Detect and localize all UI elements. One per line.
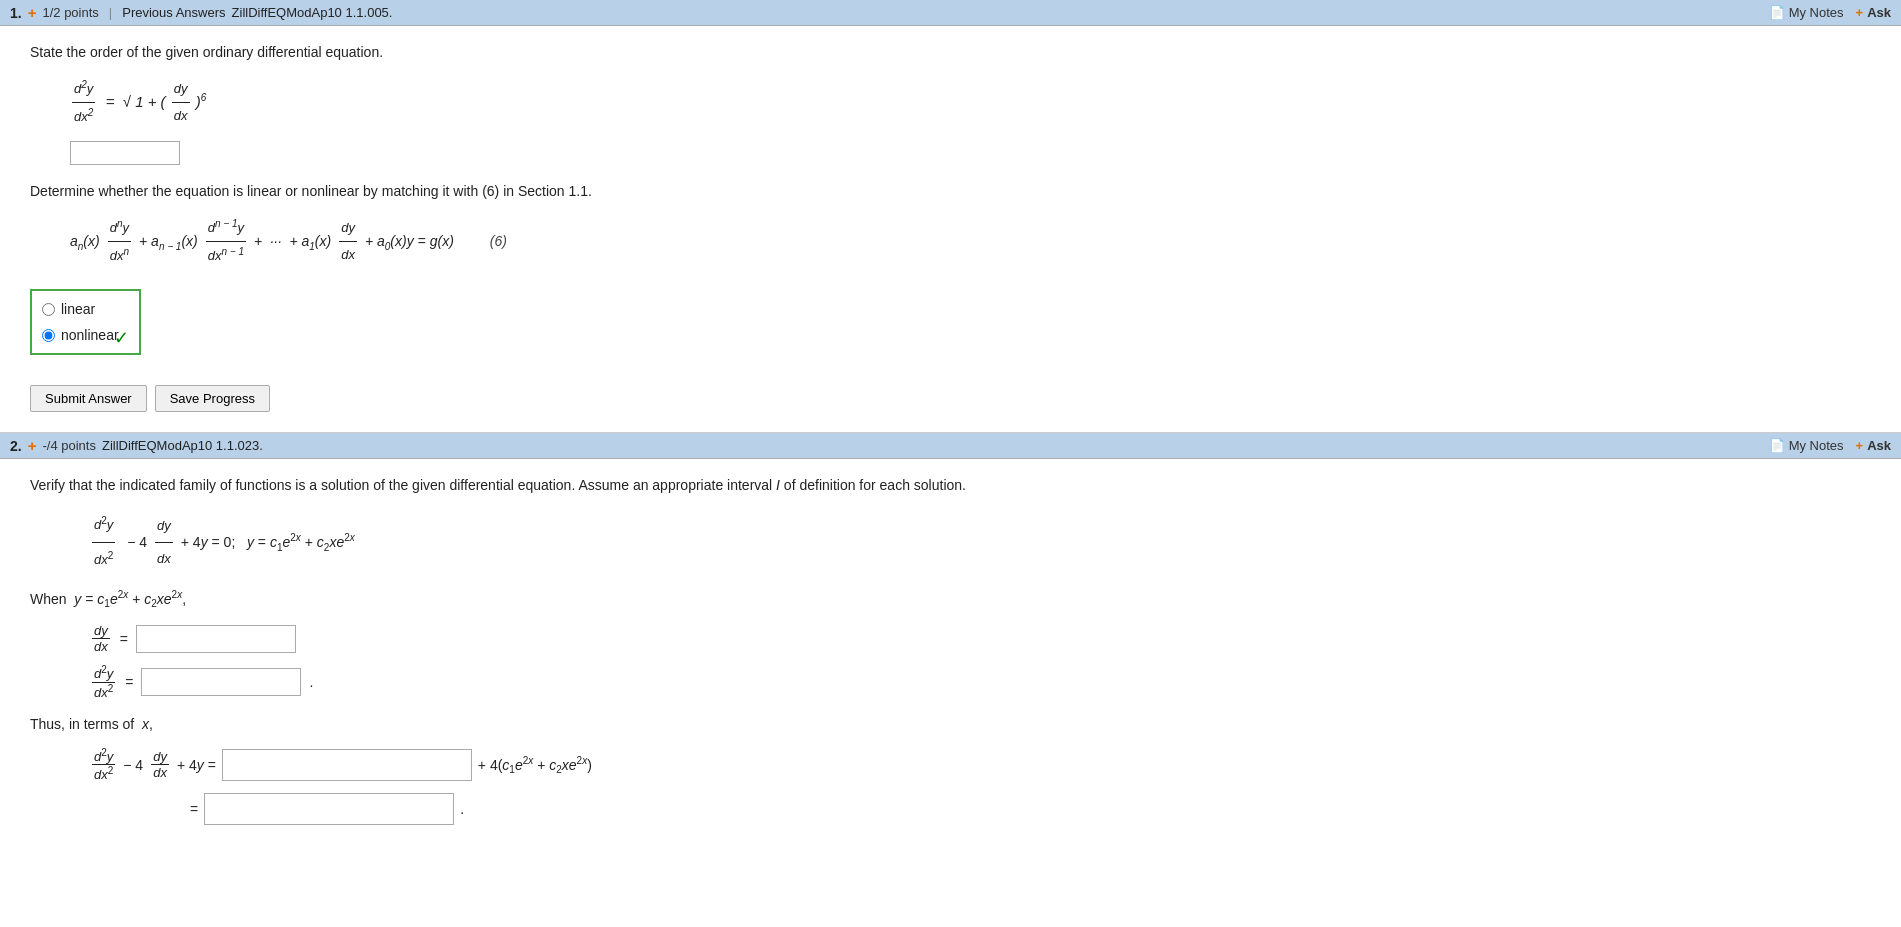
q1-number: 1. bbox=[10, 5, 22, 21]
q1-determine-text: Determine whether the equation is linear… bbox=[30, 181, 1881, 202]
q1-question-text: State the order of the given ordinary di… bbox=[30, 42, 1881, 63]
q2-ode: d2y dx2 − 4 dy dx + 4y = 0; y = c1e2x + … bbox=[90, 508, 1881, 577]
q1-save-btn[interactable]: Save Progress bbox=[155, 385, 270, 412]
q1-radio-group: linear nonlinear ✓ bbox=[30, 289, 141, 355]
q1-sep: | bbox=[109, 5, 112, 20]
q1-radio-nonlinear-label: nonlinear bbox=[61, 327, 119, 343]
ask-plus-icon: + bbox=[1856, 5, 1864, 20]
q2-thus-input1[interactable] bbox=[222, 749, 472, 781]
q1-ask-btn[interactable]: + Ask bbox=[1856, 5, 1891, 20]
q2-thus-eq1-row: d2y dx2 − 4 dy dx + 4y = + 4(c1e2x + c2x… bbox=[90, 747, 1881, 783]
q1-equation: d2y dx2 = √ 1 + ( dy dx )6 bbox=[70, 75, 1881, 131]
q1-body: State the order of the given ordinary di… bbox=[0, 26, 1901, 433]
q2-d2y-row: d2y dx2 = . bbox=[90, 664, 1881, 700]
q2-my-notes-label: My Notes bbox=[1789, 438, 1844, 453]
q2-problem-id: ZillDiffEQModAp10 1.1.023. bbox=[102, 438, 263, 453]
q2-thus-text: Thus, in terms of x, bbox=[30, 714, 1881, 735]
q2-ask-btn[interactable]: + Ask bbox=[1856, 438, 1891, 453]
q1-radio-linear-label: linear bbox=[61, 301, 95, 317]
q2-d2y-input[interactable] bbox=[141, 668, 301, 696]
q1-btn-row: Submit Answer Save Progress bbox=[30, 385, 1881, 412]
q2-number: 2. bbox=[10, 438, 22, 454]
q2-header-right: 📄 My Notes + Ask bbox=[1769, 438, 1891, 453]
q2-my-notes-btn[interactable]: 📄 My Notes bbox=[1769, 438, 1844, 453]
q2-header: 2. + -/4 points ZillDiffEQModAp10 1.1.02… bbox=[0, 433, 1901, 459]
q1-problem-id: ZillDiffEQModAp10 1.1.005. bbox=[232, 5, 393, 20]
q1-checkmark: ✓ bbox=[114, 327, 129, 349]
q2-dy-row: dy dx = bbox=[90, 623, 1881, 654]
q2-question-text: Verify that the indicated family of func… bbox=[30, 475, 1881, 496]
q1-header-right: 📄 My Notes + Ask bbox=[1769, 5, 1891, 20]
q2-ask-plus-icon: + bbox=[1856, 438, 1864, 453]
q1-header-left: 1. + 1/2 points | Previous Answers ZillD… bbox=[10, 4, 392, 21]
q2-points: -/4 points bbox=[42, 438, 95, 453]
q1-radio-linear[interactable]: linear bbox=[42, 301, 119, 317]
q2-notes-icon: 📄 bbox=[1769, 438, 1785, 453]
q1-radio-nonlinear-input[interactable] bbox=[42, 329, 55, 342]
q1-eq6: an(x) dny dxn + an − 1(x) dn − 1y dxn − … bbox=[70, 214, 1881, 270]
q2-ask-label: Ask bbox=[1867, 438, 1891, 453]
q2-plus-icon: + bbox=[28, 437, 37, 454]
q2-thus-input2[interactable] bbox=[204, 793, 454, 825]
q2-body: Verify that the indicated family of func… bbox=[0, 459, 1901, 854]
q1-order-input-container bbox=[70, 141, 1881, 165]
q1-prev-answers: Previous Answers bbox=[122, 5, 225, 20]
q1-my-notes-btn[interactable]: 📄 My Notes bbox=[1769, 5, 1844, 20]
q1-eq-label: (6) bbox=[490, 227, 507, 255]
q1-frac-dy: dy dx bbox=[172, 76, 190, 129]
q2-thus-eq2-row: = . bbox=[190, 793, 1881, 825]
q1-submit-btn[interactable]: Submit Answer bbox=[30, 385, 147, 412]
notes-icon: 📄 bbox=[1769, 5, 1785, 20]
q1-order-input[interactable] bbox=[70, 141, 180, 165]
q1-ask-label: Ask bbox=[1867, 5, 1891, 20]
q1-radio-nonlinear[interactable]: nonlinear bbox=[42, 327, 119, 343]
q1-header: 1. + 1/2 points | Previous Answers ZillD… bbox=[0, 0, 1901, 26]
q2-dy-input[interactable] bbox=[136, 625, 296, 653]
q1-plus-icon: + bbox=[28, 4, 37, 21]
q2-header-left: 2. + -/4 points ZillDiffEQModAp10 1.1.02… bbox=[10, 437, 263, 454]
q1-radio-linear-input[interactable] bbox=[42, 303, 55, 316]
q1-my-notes-label: My Notes bbox=[1789, 5, 1844, 20]
q1-points: 1/2 points bbox=[42, 5, 98, 20]
q1-frac-d2y: d2y dx2 bbox=[72, 75, 95, 131]
q2-when-text: When y = c1e2x + c2xe2x, bbox=[30, 587, 1881, 611]
